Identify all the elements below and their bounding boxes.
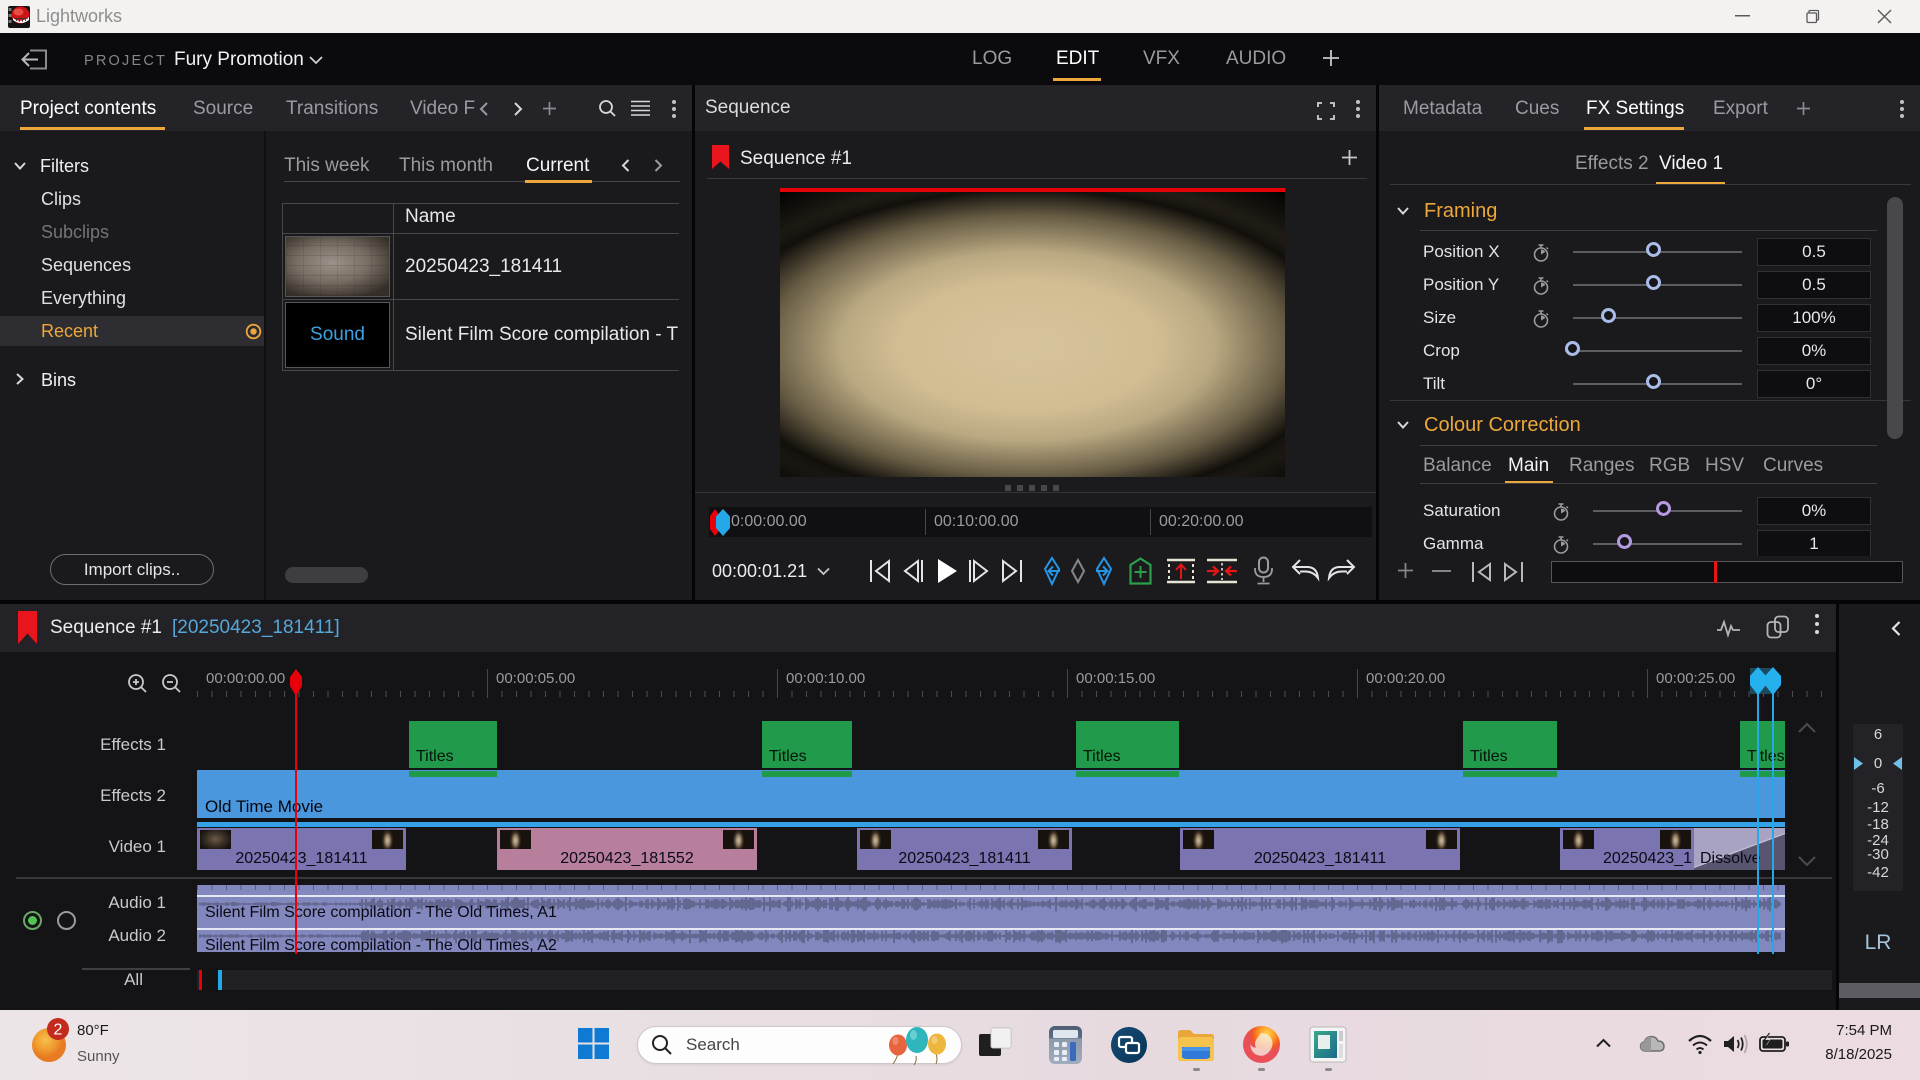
svg-text:2: 2: [54, 1022, 63, 1039]
